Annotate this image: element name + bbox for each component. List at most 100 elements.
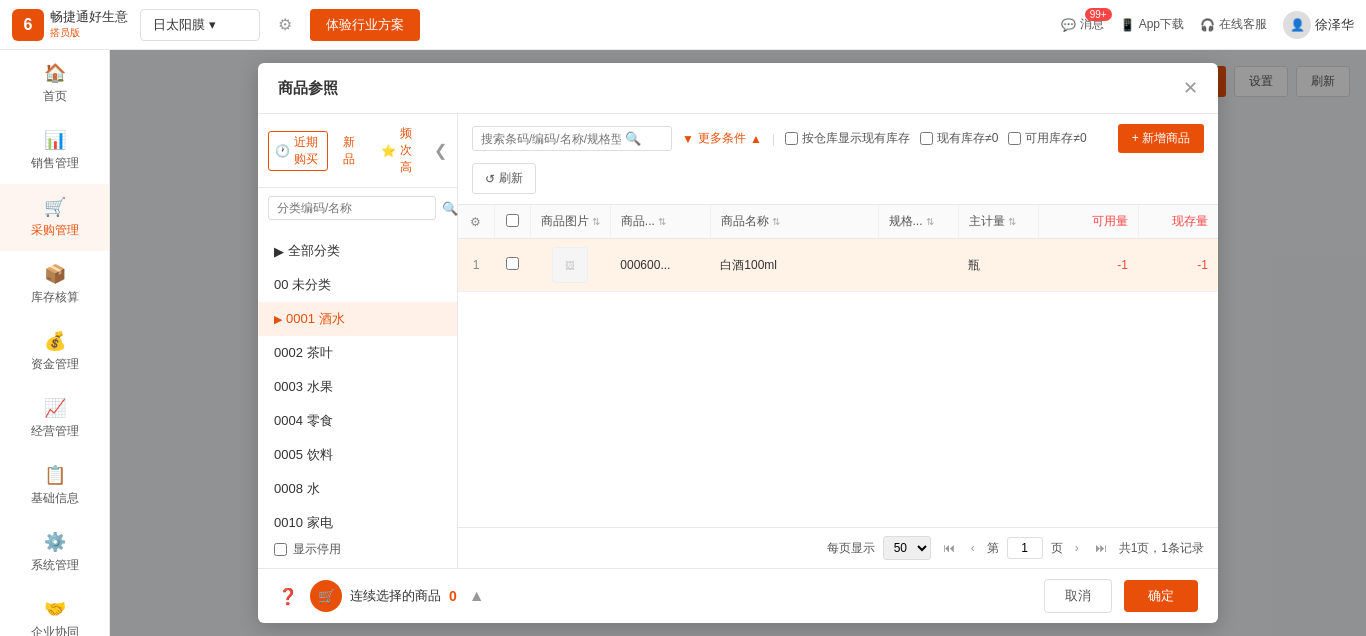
- cat-item-0010[interactable]: 0010 家电: [258, 506, 457, 531]
- page-label: 第: [987, 540, 999, 557]
- logo-sub: 搭员版: [50, 26, 128, 40]
- warehouse-filter[interactable]: 按仓库显示现有库存: [785, 130, 910, 147]
- avatar: 👤: [1283, 11, 1311, 39]
- main-content: 查询 设置 刷新 商品参照 ✕: [110, 50, 1366, 636]
- tab-high-frequency[interactable]: ⭐ 频次高: [374, 122, 426, 179]
- row-num: 1: [458, 239, 494, 292]
- sidebar-item-finance[interactable]: 💰 资金管理: [0, 318, 109, 385]
- sidebar-item-operations[interactable]: 📈 经营管理: [0, 385, 109, 452]
- usable-filter[interactable]: 可用库存≠0: [1008, 130, 1086, 147]
- row-unit: 瓶: [958, 239, 1038, 292]
- display-stopped-checkbox[interactable]: [274, 543, 287, 556]
- online-service-nav[interactable]: 🎧 在线客服: [1200, 16, 1267, 33]
- purchase-icon: 🛒: [44, 196, 66, 218]
- settings-icon[interactable]: ⚙: [272, 9, 298, 40]
- filter-button[interactable]: ▼ 更多条件 ▲: [682, 130, 762, 147]
- sidebar-item-label: 经营管理: [31, 423, 79, 440]
- chevron-up-icon: ▲: [750, 132, 762, 146]
- row-select-checkbox[interactable]: [506, 257, 519, 270]
- add-product-button[interactable]: + 新增商品: [1118, 124, 1204, 153]
- filter-icon: ▼: [682, 132, 694, 146]
- display-stopped: 显示停用: [258, 531, 457, 568]
- cart-count: 0: [449, 588, 457, 604]
- enterprise-icon: 🤝: [44, 598, 66, 620]
- col-header-stock[interactable]: 现存量: [1138, 205, 1218, 239]
- cart-icon[interactable]: 🛒: [310, 580, 342, 612]
- messages-nav[interactable]: 💬 99+ 消息: [1061, 16, 1104, 33]
- operations-icon: 📈: [44, 397, 66, 419]
- col-header-spec[interactable]: 规格... ⇅: [878, 205, 958, 239]
- cat-item-0002[interactable]: 0002 茶叶: [258, 336, 457, 370]
- user-nav[interactable]: 👤 徐泽华: [1283, 11, 1354, 39]
- sidebar-item-home[interactable]: 🏠 首页: [0, 50, 109, 117]
- sidebar-item-inventory[interactable]: 📦 库存核算: [0, 251, 109, 318]
- tab-new-product[interactable]: 新品: [336, 131, 366, 171]
- active-arrow-icon: ▶: [274, 313, 282, 326]
- per-page-label: 每页显示: [827, 540, 875, 557]
- footer-collapse-icon[interactable]: ▲: [469, 587, 485, 605]
- help-icon[interactable]: ❓: [278, 587, 298, 606]
- page-last-icon[interactable]: ⏭: [1091, 539, 1111, 557]
- page-number-input[interactable]: 1: [1007, 537, 1043, 559]
- sidebar-item-enterprise[interactable]: 🤝 企业协同: [0, 586, 109, 636]
- search-icon[interactable]: 🔍: [625, 131, 641, 146]
- close-icon[interactable]: ✕: [1183, 77, 1198, 99]
- confirm-button[interactable]: 确定: [1124, 580, 1198, 612]
- nav-dropdown[interactable]: 日太阳膜 ▾: [140, 9, 260, 41]
- row-image: 🖼: [530, 239, 610, 292]
- page-first-icon[interactable]: ⏮: [939, 539, 959, 557]
- product-image-placeholder: 🖼: [552, 247, 588, 283]
- product-reference-modal: 商品参照 ✕ 🕐 近期购买 新品: [258, 63, 1218, 623]
- col-header-name[interactable]: 商品名称 ⇅: [710, 205, 878, 239]
- warehouse-checkbox[interactable]: [785, 132, 798, 145]
- headphone-icon: 🎧: [1200, 18, 1215, 32]
- page-unit: 页: [1051, 540, 1063, 557]
- cat-item-all[interactable]: ▶ 全部分类: [258, 234, 457, 268]
- page-prev-icon[interactable]: ‹: [967, 539, 979, 557]
- cat-item-0008[interactable]: 0008 水: [258, 472, 457, 506]
- page-next-icon[interactable]: ›: [1071, 539, 1083, 557]
- table-row[interactable]: 1 🖼: [458, 239, 1218, 292]
- search-icon[interactable]: 🔍: [442, 201, 458, 216]
- collapse-icon[interactable]: ❮: [434, 141, 447, 160]
- total-info: 共1页，1条记录: [1119, 540, 1204, 557]
- refresh-button[interactable]: ↺ 刷新: [472, 163, 536, 194]
- cta-button[interactable]: 体验行业方案: [310, 9, 420, 41]
- cart-label: 连续选择的商品: [350, 587, 441, 605]
- sidebar-item-system[interactable]: ⚙️ 系统管理: [0, 519, 109, 586]
- sidebar-item-purchase[interactable]: 🛒 采购管理: [0, 184, 109, 251]
- available-filter[interactable]: 现有库存≠0: [920, 130, 998, 147]
- cat-item-0004[interactable]: 0004 零食: [258, 404, 457, 438]
- download-icon: 📱: [1120, 18, 1135, 32]
- col-header-checkbox[interactable]: [494, 205, 530, 239]
- per-page-select[interactable]: 50: [883, 536, 931, 560]
- col-header-available[interactable]: 可用量: [1038, 205, 1138, 239]
- sidebar-item-sales[interactable]: 📊 销售管理: [0, 117, 109, 184]
- col-header-code[interactable]: 商品... ⇅: [610, 205, 710, 239]
- usable-checkbox[interactable]: [1008, 132, 1021, 145]
- col-header-image[interactable]: 商品图片 ⇅: [530, 205, 610, 239]
- cat-item-0005[interactable]: 0005 饮料: [258, 438, 457, 472]
- col-header-unit[interactable]: 主计量 ⇅: [958, 205, 1038, 239]
- cat-item-0001[interactable]: ▶ 0001 酒水: [258, 302, 457, 336]
- select-all-checkbox[interactable]: [506, 214, 519, 227]
- available-checkbox[interactable]: [920, 132, 933, 145]
- sales-icon: 📊: [44, 129, 66, 151]
- sidebar-item-basic-info[interactable]: 📋 基础信息: [0, 452, 109, 519]
- tab-recent-purchase[interactable]: 🕐 近期购买: [268, 131, 328, 171]
- top-nav: 6 畅捷通好生意 搭员版 日太阳膜 ▾ ⚙ 体验行业方案 💬 99+ 消息 📱 …: [0, 0, 1366, 50]
- cancel-button[interactable]: 取消: [1044, 579, 1112, 613]
- product-table: ⚙ 商品图片 ⇅: [458, 205, 1218, 527]
- app-download-nav[interactable]: 📱 App下载: [1120, 16, 1184, 33]
- cat-item-00[interactable]: 00 未分类: [258, 268, 457, 302]
- col-header-settings[interactable]: ⚙: [458, 205, 494, 239]
- category-search-input[interactable]: [268, 196, 436, 220]
- modal-footer: ❓ 🛒 连续选择的商品 0 ▲ 取消 确定: [258, 568, 1218, 623]
- cat-item-0003[interactable]: 0003 水果: [258, 370, 457, 404]
- pagination-bar: 每页显示 50 ⏮ ‹ 第 1 页 › ⏭ 共1页，1条记录: [458, 527, 1218, 568]
- product-search-input[interactable]: [481, 132, 621, 146]
- row-checkbox[interactable]: [494, 239, 530, 292]
- product-search-box: 🔍: [472, 126, 672, 151]
- logo-area: 6 畅捷通好生意 搭员版: [12, 9, 128, 41]
- footer-cart: 🛒 连续选择的商品 0: [310, 580, 457, 612]
